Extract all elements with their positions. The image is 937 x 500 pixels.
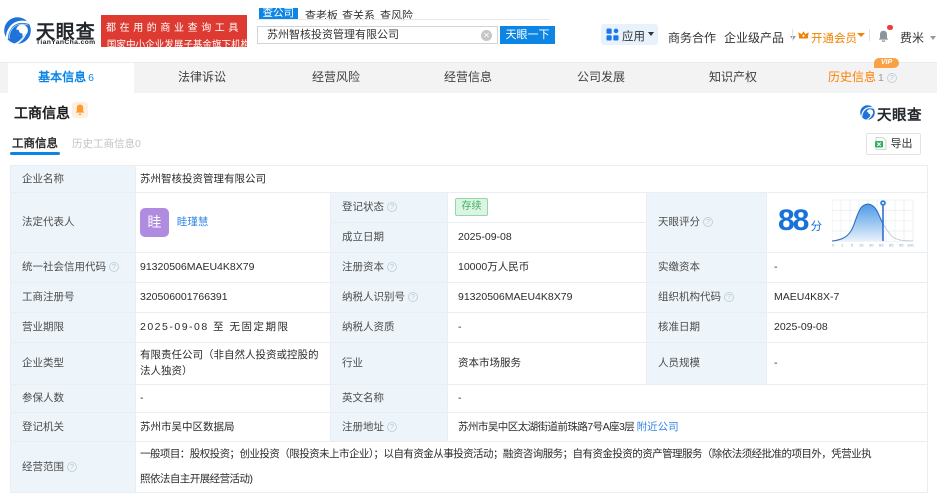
svg-text:85: 85 (889, 243, 894, 248)
svg-text:100: 100 (907, 243, 914, 248)
svg-text:0: 0 (832, 243, 835, 248)
svg-text:5: 5 (851, 243, 854, 248)
svg-text:30: 30 (869, 243, 874, 248)
svg-text:1: 1 (841, 243, 844, 248)
svg-text:60: 60 (879, 243, 884, 248)
svg-text:95: 95 (899, 243, 904, 248)
svg-text:10: 10 (859, 243, 864, 248)
